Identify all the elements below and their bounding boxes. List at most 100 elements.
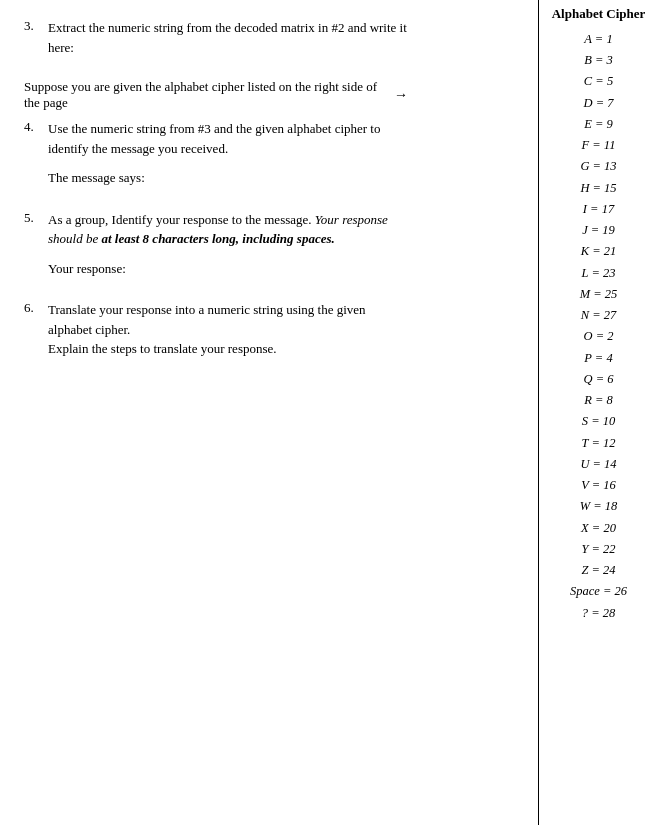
cipher-equals: = 26	[600, 584, 627, 598]
cipher-letter: O	[584, 329, 593, 343]
question-3-row: 3. Extract the numeric string from the d…	[24, 18, 408, 57]
cipher-letter: P	[584, 351, 591, 365]
cipher-equals: = 9	[592, 117, 613, 131]
cipher-equals: = 23	[588, 266, 615, 280]
cipher-equals: = 16	[589, 478, 616, 492]
cipher-row: K = 21	[549, 241, 648, 262]
question-6-number: 6.	[24, 300, 48, 359]
cipher-equals: = 14	[589, 457, 616, 471]
question-4-row: 4. Use the numeric string from #3 and th…	[24, 119, 408, 158]
intro-line: Suppose you are given the alphabet ciphe…	[24, 79, 408, 111]
cipher-letter: X	[581, 521, 589, 535]
cipher-row: D = 7	[549, 93, 648, 114]
cipher-row: P = 4	[549, 348, 648, 369]
cipher-row: R = 8	[549, 390, 648, 411]
main-content: 3. Extract the numeric string from the d…	[0, 0, 538, 825]
cipher-equals: = 6	[593, 372, 614, 386]
cipher-row: Y = 22	[549, 539, 648, 560]
q6-line1: Translate your response into a numeric s…	[48, 300, 408, 339]
cipher-letter: K	[581, 244, 589, 258]
question-4-number: 4.	[24, 119, 48, 158]
page: 3. Extract the numeric string from the d…	[0, 0, 658, 825]
question-6-section: 6. Translate your response into a numeri…	[24, 300, 408, 359]
cipher-row: Q = 6	[549, 369, 648, 390]
cipher-row: V = 16	[549, 475, 648, 496]
cipher-row: J = 19	[549, 220, 648, 241]
q6-line2: Explain the steps to translate your resp…	[48, 339, 408, 359]
cipher-equals: = 22	[588, 542, 615, 556]
cipher-equals: = 13	[589, 159, 616, 173]
cipher-row: F = 11	[549, 135, 648, 156]
question-5-row: 5. As a group, Identify your response to…	[24, 210, 408, 249]
cipher-row: Z = 24	[549, 560, 648, 581]
cipher-equals: = 4	[592, 351, 613, 365]
cipher-letter: V	[581, 478, 588, 492]
cipher-row: T = 12	[549, 433, 648, 454]
cipher-equals: = 11	[589, 138, 615, 152]
cipher-row: E = 9	[549, 114, 648, 135]
cipher-row: S = 10	[549, 411, 648, 432]
cipher-equals: = 17	[587, 202, 614, 216]
question-3-text: Extract the numeric string from the deco…	[48, 18, 408, 57]
cipher-row: N = 27	[549, 305, 648, 326]
cipher-title: Alphabet Cipher	[549, 6, 648, 23]
cipher-equals: = 28	[588, 606, 615, 620]
cipher-equals: = 8	[592, 393, 613, 407]
cipher-equals: = 12	[588, 436, 615, 450]
cipher-equals: = 21	[589, 244, 616, 258]
question-5-section: 5. As a group, Identify your response to…	[24, 210, 408, 279]
cipher-equals: = 25	[590, 287, 617, 301]
cipher-row: H = 15	[549, 178, 648, 199]
cipher-row: ? = 28	[549, 603, 648, 624]
question-3-number: 3.	[24, 18, 48, 57]
cipher-letter: Space	[570, 584, 600, 598]
cipher-row: X = 20	[549, 518, 648, 539]
cipher-letter: B	[584, 53, 592, 67]
q5-text-plain: As a group, Identify your response to th…	[48, 212, 312, 227]
cipher-equals: = 15	[589, 181, 616, 195]
cipher-letter: N	[581, 308, 589, 322]
q5-text-bold-italic: at least 8 characters long, including sp…	[101, 231, 334, 246]
cipher-entries: A = 1B = 3C = 5D = 7E = 9F = 11G = 13H =…	[549, 29, 648, 624]
cipher-equals: = 27	[589, 308, 616, 322]
cipher-equals: = 24	[588, 563, 615, 577]
question-5-number: 5.	[24, 210, 48, 249]
cipher-letter: D	[584, 96, 593, 110]
question-4-answer-label: The message says:	[48, 168, 408, 188]
question-6-row: 6. Translate your response into a numeri…	[24, 300, 408, 359]
question-3-section: 3. Extract the numeric string from the d…	[24, 18, 408, 57]
cipher-equals: = 5	[592, 74, 613, 88]
cipher-row: W = 18	[549, 496, 648, 517]
cipher-letter: R	[584, 393, 592, 407]
cipher-row: A = 1	[549, 29, 648, 50]
cipher-row: O = 2	[549, 326, 648, 347]
question-5-answer-label: Your response:	[48, 259, 408, 279]
cipher-row: Space = 26	[549, 581, 648, 602]
cipher-equals: = 1	[592, 32, 613, 46]
question-4-text: Use the numeric string from #3 and the g…	[48, 119, 408, 158]
question-4-section: 4. Use the numeric string from #3 and th…	[24, 119, 408, 188]
cipher-equals: = 2	[593, 329, 614, 343]
cipher-letter: M	[580, 287, 590, 301]
cipher-row: C = 5	[549, 71, 648, 92]
cipher-row: M = 25	[549, 284, 648, 305]
cipher-letter: W	[580, 499, 590, 513]
cipher-equals: = 10	[588, 414, 615, 428]
cipher-letter: E	[584, 117, 592, 131]
cipher-letter: Q	[584, 372, 593, 386]
cipher-equals: = 18	[590, 499, 617, 513]
cipher-equals: = 3	[592, 53, 613, 67]
cipher-row: I = 17	[549, 199, 648, 220]
cipher-row: G = 13	[549, 156, 648, 177]
intro-text: Suppose you are given the alphabet ciphe…	[24, 79, 390, 111]
cipher-equals: = 19	[588, 223, 615, 237]
cipher-letter: C	[584, 74, 592, 88]
question-5-text: As a group, Identify your response to th…	[48, 210, 408, 249]
cipher-row: B = 3	[549, 50, 648, 71]
cipher-sidebar: Alphabet Cipher A = 1B = 3C = 5D = 7E = …	[538, 0, 658, 825]
cipher-row: U = 14	[549, 454, 648, 475]
question-6-text: Translate your response into a numeric s…	[48, 300, 408, 359]
arrow-icon: →	[394, 87, 408, 103]
cipher-row: L = 23	[549, 263, 648, 284]
cipher-letter: A	[584, 32, 591, 46]
